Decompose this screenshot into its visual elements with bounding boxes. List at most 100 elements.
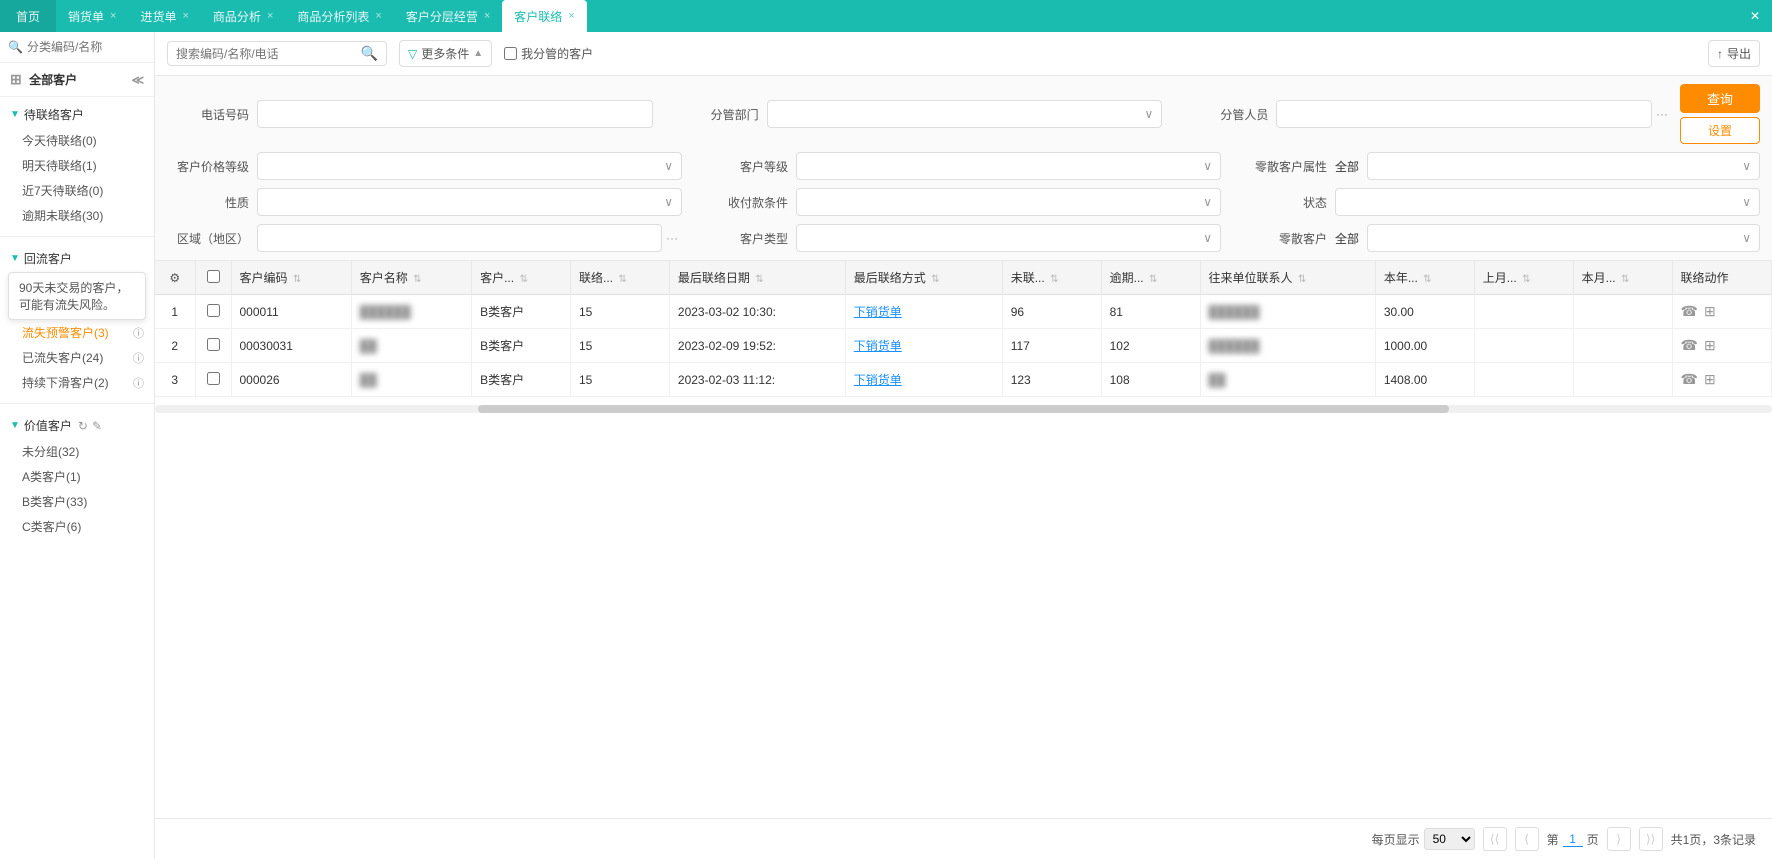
th-type: 客户... ⇅: [472, 261, 571, 295]
filter-more-conditions[interactable]: ▽ 更多条件 ▲: [399, 40, 492, 67]
filter-status-select[interactable]: ∨: [1335, 188, 1760, 216]
action-phone-icon-2[interactable]: ☎: [1681, 337, 1698, 354]
td-overdue-1: 81: [1101, 295, 1200, 329]
sidebar-item-churn-warning[interactable]: 流失预警客户(3) ⓘ: [0, 320, 154, 345]
scrollbar-track[interactable]: [155, 405, 1772, 413]
filter-search-icon[interactable]: 🔍: [361, 45, 378, 62]
last-method-link-3[interactable]: 下销货单: [854, 373, 902, 387]
sidebar-all-customers[interactable]: ⊞ 全部客户 ≪: [0, 63, 154, 97]
filter-area-select[interactable]: [257, 224, 662, 252]
export-button[interactable]: ↑ 导出: [1708, 40, 1760, 67]
td-type-1: B类客户: [472, 295, 571, 329]
overdue-sort-icon[interactable]: ⇅: [1149, 274, 1157, 285]
this-year-sort-icon[interactable]: ⇅: [1423, 274, 1431, 285]
query-button[interactable]: 查询: [1680, 84, 1760, 113]
tab-customer-tier-close[interactable]: ×: [484, 10, 490, 22]
value-group-refresh-icon[interactable]: ↻: [78, 419, 88, 433]
row2-checkbox[interactable]: [207, 338, 220, 351]
sidebar-group-pending-header[interactable]: ▼ 待联络客户: [0, 101, 154, 128]
manager-ellipsis[interactable]: ···: [1652, 107, 1672, 121]
sidebar-item-a-class[interactable]: A类客户(1): [0, 464, 154, 489]
sidebar-item-already-churned[interactable]: 已流失客户(24) ⓘ: [0, 345, 154, 370]
row1-checkbox[interactable]: [207, 304, 220, 317]
table-row: 1 000011 ██████ B类客户 15 2023-03-02 10:30…: [155, 295, 1772, 329]
sidebar-search-input[interactable]: [27, 40, 146, 54]
tab-customer-contact[interactable]: 客户联络 ×: [502, 0, 586, 32]
pagination-prev-btn[interactable]: ⟨: [1515, 827, 1539, 851]
sidebar-item-overdue[interactable]: 逾期未联络(30): [0, 203, 154, 228]
td-num-3: 3: [155, 363, 195, 397]
sidebar-item-c-class[interactable]: C类客户(6): [0, 514, 154, 539]
tab-purchase-close[interactable]: ×: [182, 10, 188, 22]
action-phone-icon-3[interactable]: ☎: [1681, 371, 1698, 388]
sidebar-item-tomorrow[interactable]: 明天待联络(1): [0, 153, 154, 178]
sidebar-item-b-class[interactable]: B类客户(33): [0, 489, 154, 514]
tab-home[interactable]: 首页: [0, 0, 56, 32]
tab-purchase[interactable]: 进货单 ×: [128, 0, 200, 32]
code-sort-icon[interactable]: ⇅: [293, 274, 301, 285]
filter-customer-tier-select[interactable]: ∨: [796, 152, 1221, 180]
last-method-link-1[interactable]: 下销货单: [854, 305, 902, 319]
filter-price-tier-label: 客户价格等级: [167, 158, 257, 175]
scrollbar-thumb[interactable]: [478, 405, 1448, 413]
table-settings-icon[interactable]: ⚙: [169, 271, 180, 285]
last-date-sort-icon[interactable]: ⇅: [755, 274, 763, 285]
action-phone-icon-1[interactable]: ☎: [1681, 303, 1698, 320]
filter-dept-select[interactable]: ∨: [767, 100, 1163, 128]
pagination-next-btn[interactable]: ⟩: [1607, 827, 1631, 851]
no-contact-sort-icon[interactable]: ⇅: [1050, 274, 1058, 285]
unit-contact-sort-icon[interactable]: ⇅: [1298, 274, 1306, 285]
name-sort-icon[interactable]: ⇅: [413, 274, 421, 285]
td-last-month-1: [1474, 295, 1573, 329]
filter-retail-attr-select[interactable]: ∨: [1367, 152, 1760, 180]
area-ellipsis[interactable]: ···: [662, 231, 682, 245]
tab-goods-analysis-close[interactable]: ×: [267, 10, 273, 22]
tab-goods-analysis-list-close[interactable]: ×: [375, 10, 381, 22]
sidebar-group-churning-header[interactable]: ▼ 回流客户: [0, 245, 154, 272]
tab-goods-analysis-list[interactable]: 商品分析列表 ×: [285, 0, 393, 32]
my-customers-check[interactable]: [504, 47, 517, 60]
tab-customer-contact-close[interactable]: ×: [568, 10, 574, 22]
last-method-link-2[interactable]: 下销货单: [854, 339, 902, 353]
action-grid-icon-2[interactable]: ⊞: [1704, 337, 1716, 354]
row3-checkbox[interactable]: [207, 372, 220, 385]
sidebar-item-today[interactable]: 今天待联络(0): [0, 128, 154, 153]
filter-nature-select[interactable]: ∨: [257, 188, 682, 216]
filter-price-tier-select[interactable]: ∨: [257, 152, 682, 180]
value-group-edit-icon[interactable]: ✎: [92, 419, 102, 433]
filter-phone-input[interactable]: [257, 100, 653, 128]
tab-sales-close[interactable]: ×: [110, 10, 116, 22]
filter-search-input[interactable]: [176, 47, 361, 61]
action-grid-icon-3[interactable]: ⊞: [1704, 371, 1716, 388]
filter-customer-type-select[interactable]: ∨: [796, 224, 1221, 252]
sidebar-item-7days[interactable]: 近7天待联络(0): [0, 178, 154, 203]
last-method-sort-icon[interactable]: ⇅: [931, 274, 939, 285]
pagination-first-btn[interactable]: ⟨⟨: [1483, 827, 1507, 851]
sidebar-item-ungrouped[interactable]: 未分组(32): [0, 439, 154, 464]
tab-goods-analysis[interactable]: 商品分析 ×: [201, 0, 285, 32]
filter-payment-select[interactable]: ∨: [796, 188, 1221, 216]
pagination-last-btn[interactable]: ⟩⟩: [1639, 827, 1663, 851]
select-all-checkbox[interactable]: [207, 270, 220, 283]
settings-button[interactable]: 设置: [1680, 117, 1760, 144]
last-month-sort-icon[interactable]: ⇅: [1522, 274, 1530, 285]
contact-sort-icon[interactable]: ⇅: [618, 274, 626, 285]
td-action-1: ☎ ⊞: [1672, 295, 1771, 329]
this-month-sort-icon[interactable]: ⇅: [1621, 274, 1629, 285]
type-sort-icon[interactable]: ⇅: [519, 274, 527, 285]
tab-customer-tier[interactable]: 客户分层经营 ×: [394, 0, 502, 32]
filter-retail-customer-select[interactable]: ∨: [1367, 224, 1760, 252]
filter-row-4: 区域（地区） ··· 客户类型 ∨ 零散客户 全: [167, 224, 1760, 252]
sidebar-collapse-icon[interactable]: ≪: [131, 73, 144, 87]
filter-my-customers-checkbox[interactable]: 我分管的客户: [504, 45, 593, 62]
td-last-date-3: 2023-02-03 11:12:: [669, 363, 845, 397]
action-grid-icon-1[interactable]: ⊞: [1704, 303, 1716, 320]
sidebar-group-value-header[interactable]: ▼ 价值客户 ↻ ✎: [0, 412, 154, 439]
tab-sales[interactable]: 销货单 ×: [56, 0, 128, 32]
filter-manager-select[interactable]: [1276, 100, 1652, 128]
window-close-button[interactable]: ✕: [1750, 9, 1772, 23]
pagination-total-info: 共1页，3条记录: [1671, 831, 1756, 848]
sidebar-item-declining[interactable]: 持续下滑客户(2) ⓘ: [0, 370, 154, 395]
per-page-select[interactable]: 50 100 200: [1424, 828, 1475, 850]
filter-field-retail-customer: 零散客户 全部 ∨: [1245, 224, 1760, 252]
